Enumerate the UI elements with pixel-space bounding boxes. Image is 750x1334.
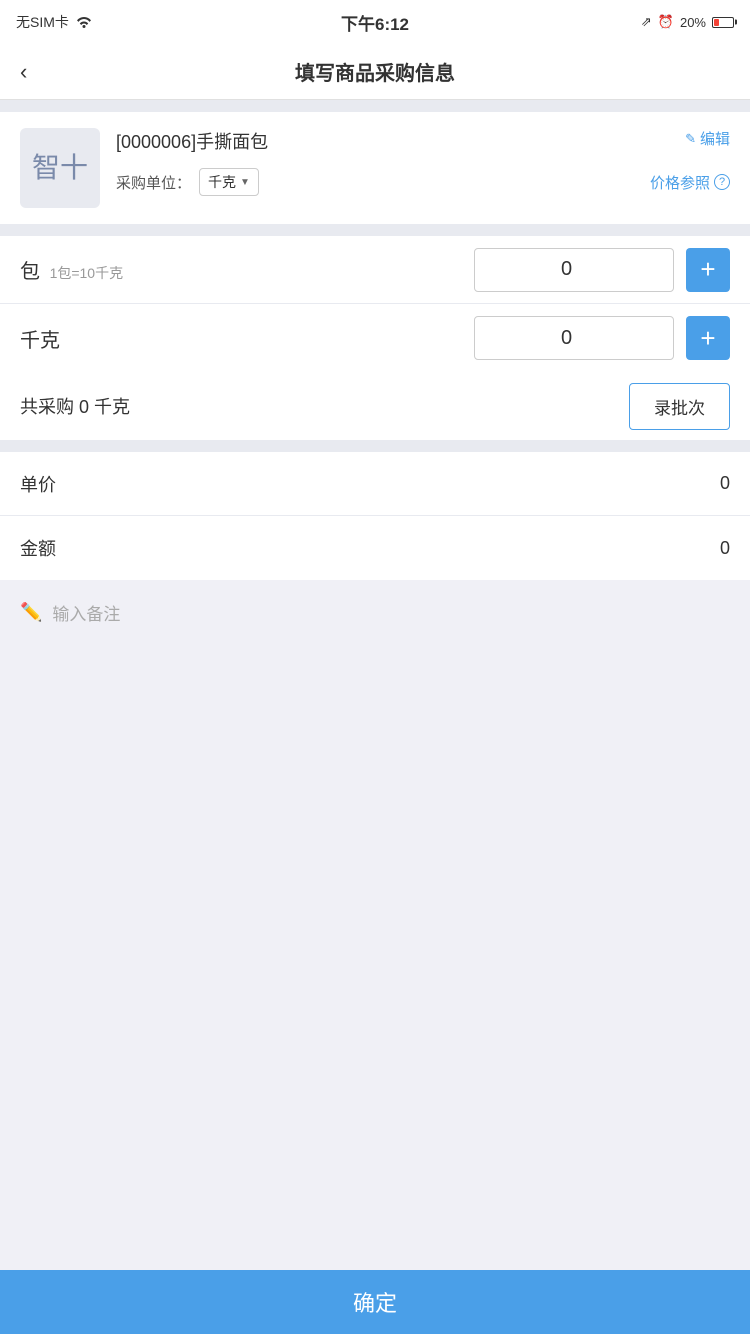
unit-price-label: 单价: [20, 471, 56, 497]
status-right: ⇗ ⏰ 20%: [641, 14, 734, 30]
summary-unit: 千克: [94, 397, 130, 417]
input-section: 包 1包=10千克 + 千克 +: [0, 236, 750, 372]
amount-value: 0: [720, 538, 730, 559]
bag-input-row: 包 1包=10千克 +: [0, 236, 750, 304]
bag-label: 包 1包=10千克: [20, 255, 123, 284]
product-logo: 智十: [32, 154, 88, 182]
top-divider: [0, 100, 750, 112]
summary-text: 共采购 0 千克: [20, 393, 130, 419]
confirm-button-label: 确定: [353, 1286, 397, 1318]
bag-sublabel: 1包=10千克: [50, 265, 124, 281]
kg-input-row: 千克 +: [0, 304, 750, 372]
status-left: 无SIM卡: [16, 12, 93, 32]
pencil-icon: ✏️: [20, 602, 42, 623]
price-section: 单价 0 金额 0: [0, 452, 750, 580]
price-ref-info-icon: ?: [714, 174, 730, 190]
summary-row: 共采购 0 千克 录批次: [0, 372, 750, 440]
product-info: [0000006]手撕面包 ✎ 编辑 采购单位： 千克 ▼ 价格参照 ?: [116, 128, 730, 196]
price-ref-button[interactable]: 价格参照 ?: [650, 172, 730, 193]
bag-input-wrap: +: [123, 248, 730, 292]
battery-icon: [712, 17, 734, 28]
status-time: 下午6:12: [341, 10, 409, 35]
network-label: 无SIM卡: [16, 12, 69, 32]
note-placeholder: 输入备注: [52, 600, 120, 625]
nav-bar: ‹ 填写商品采购信息: [0, 44, 750, 100]
location-icon: ⇗: [641, 14, 652, 30]
edit-button[interactable]: ✎ 编辑: [685, 128, 730, 149]
kg-label: 千克: [20, 324, 100, 353]
bag-input[interactable]: [474, 248, 674, 292]
edit-icon: ✎: [685, 131, 696, 147]
alarm-icon: ⏰: [658, 14, 674, 30]
bottom-divider: [0, 440, 750, 452]
back-button[interactable]: ‹: [20, 51, 39, 93]
kg-input[interactable]: [474, 316, 674, 360]
amount-row: 金额 0: [0, 516, 750, 580]
kg-plus-button[interactable]: +: [686, 316, 730, 360]
confirm-button[interactable]: 确定: [0, 1270, 750, 1334]
wifi-icon: [75, 14, 93, 31]
product-name: [0000006]手撕面包: [116, 128, 268, 154]
status-bar: 无SIM卡 下午6:12 ⇗ ⏰ 20%: [0, 0, 750, 44]
unit-label: 采购单位： 千克 ▼: [116, 168, 259, 196]
kg-input-wrap: +: [100, 316, 730, 360]
unit-price-value: 0: [720, 473, 730, 494]
product-image: 智十: [20, 128, 100, 208]
page-title: 填写商品采购信息: [295, 57, 455, 86]
note-input-wrap[interactable]: ✏️ 输入备注: [20, 600, 730, 625]
battery-percent: 20%: [680, 15, 706, 30]
unit-price-row: 单价 0: [0, 452, 750, 516]
price-ref-label: 价格参照: [650, 172, 710, 193]
product-card: 智十 [0000006]手撕面包 ✎ 编辑 采购单位： 千克 ▼: [0, 112, 750, 224]
bag-plus-button[interactable]: +: [686, 248, 730, 292]
summary-amount: 0: [79, 397, 89, 417]
unit-select[interactable]: 千克 ▼: [199, 168, 259, 196]
unit-dropdown-icon: ▼: [240, 177, 250, 188]
note-section: ✏️ 输入备注: [0, 580, 750, 740]
unit-value: 千克: [208, 172, 236, 192]
edit-label: 编辑: [700, 128, 730, 149]
batch-button[interactable]: 录批次: [629, 383, 730, 430]
amount-label: 金额: [20, 535, 56, 561]
mid-divider: [0, 224, 750, 236]
